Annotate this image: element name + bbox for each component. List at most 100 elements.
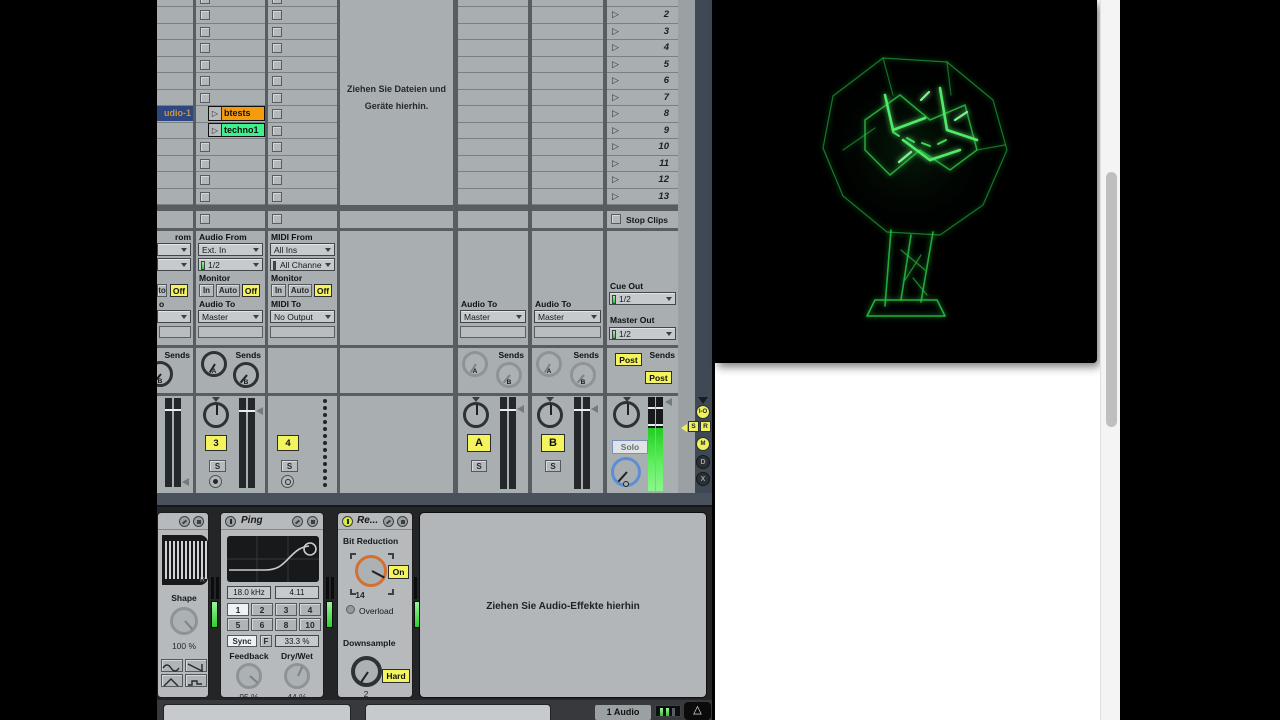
clip-slot[interactable] — [268, 89, 337, 106]
clip-slot[interactable] — [268, 172, 337, 189]
clip-slot[interactable] — [157, 7, 193, 24]
clip-stop-button[interactable] — [200, 142, 210, 152]
send-b-knob[interactable]: B — [157, 361, 173, 387]
clip-slot[interactable] — [157, 73, 193, 90]
scene-launch-icon[interactable]: ▷ — [612, 108, 619, 119]
clip-slot[interactable] — [268, 188, 337, 205]
device-activator-icon[interactable] — [342, 516, 353, 527]
video-player[interactable] — [715, 0, 1097, 363]
delay-beat-button[interactable]: 8 — [275, 618, 297, 631]
clip-slot[interactable] — [458, 139, 528, 156]
device-title-bar[interactable]: Re... — [338, 513, 412, 530]
scene-row[interactable]: ▷ 5 — [607, 56, 678, 73]
clip-stop-button[interactable] — [200, 43, 210, 53]
pan-knob[interactable] — [463, 402, 489, 428]
monitor-off-button[interactable]: Off — [170, 284, 188, 297]
clip-stop-button[interactable] — [272, 59, 282, 70]
output-dropdown[interactable]: No Output — [270, 310, 335, 323]
device-title-bar[interactable]: Ping — [221, 513, 323, 530]
clip-slot[interactable] — [458, 122, 528, 139]
track-activator[interactable]: 4 — [277, 435, 299, 451]
show-sends-toggle[interactable]: S — [688, 421, 699, 432]
scene-row[interactable]: ▷ 4 — [607, 40, 678, 57]
clip-slot[interactable]: udio-1 — [157, 106, 193, 123]
clip-slot[interactable] — [157, 172, 193, 189]
clip-slot[interactable] — [458, 172, 528, 189]
show-io-toggle[interactable]: I-O — [696, 405, 710, 419]
solo-button[interactable]: S — [281, 460, 298, 472]
clip-slot[interactable] — [157, 155, 193, 172]
clip-slot[interactable] — [268, 0, 337, 7]
arm-button[interactable] — [209, 475, 222, 488]
monitor-off-button[interactable]: Off — [314, 284, 332, 297]
fader-handle-icon[interactable] — [517, 405, 524, 413]
clip-slot[interactable] — [268, 56, 337, 73]
clip-slot[interactable] — [268, 139, 337, 156]
monitor-auto-button[interactable]: Auto — [216, 284, 240, 297]
feedback-value[interactable]: 95 % — [227, 692, 271, 697]
clip-slot[interactable] — [268, 23, 337, 40]
show-crossfader-toggle[interactable]: X — [696, 472, 710, 486]
fader-handle-icon[interactable] — [182, 478, 189, 486]
return-post-button[interactable]: Post — [645, 371, 672, 384]
show-mixer-toggle[interactable]: M — [696, 437, 710, 451]
clip-slot[interactable] — [268, 106, 337, 123]
scene-launch-icon[interactable]: ▷ — [612, 59, 619, 70]
device-shaper[interactable]: R Shape 100 % — [157, 512, 209, 698]
device-activator-icon[interactable] — [225, 516, 236, 527]
freeze-button[interactable]: F — [260, 635, 272, 647]
monitor-in-button[interactable]: In — [199, 284, 214, 297]
hot-swap-icon[interactable] — [179, 516, 190, 527]
clip-slot[interactable] — [532, 172, 603, 189]
filter-width-value[interactable]: 4.11 — [275, 586, 319, 599]
downsample-value[interactable]: 2 — [356, 689, 376, 697]
sync-button[interactable]: Sync — [227, 635, 257, 647]
clip-stop-button[interactable] — [200, 158, 210, 169]
bit-reduction-value[interactable]: 14 — [350, 590, 370, 600]
fader-grip[interactable] — [239, 410, 255, 412]
clip-slot[interactable] — [532, 40, 603, 57]
clip-slot[interactable] — [532, 106, 603, 123]
clip-slot[interactable] — [157, 139, 193, 156]
lfo-triangle-button[interactable] — [161, 674, 183, 687]
clip-slot[interactable] — [157, 122, 193, 139]
scene-launch-icon[interactable]: ▷ — [612, 174, 619, 185]
clip-slot[interactable] — [532, 23, 603, 40]
clip-slot[interactable] — [196, 7, 265, 24]
device-ping-pong-delay[interactable]: Ping 18.0 kHz 4.11 1 2 3 4 5 6 8 10 Sync… — [220, 512, 324, 698]
clip-slot[interactable] — [157, 0, 193, 7]
clip-slot[interactable] — [196, 0, 265, 7]
save-preset-icon[interactable] — [193, 516, 204, 527]
drywet-value[interactable]: 44 % — [275, 692, 319, 697]
clip-slot[interactable] — [268, 7, 337, 24]
solo-button[interactable]: S — [209, 460, 226, 472]
clip-slot[interactable] — [268, 155, 337, 172]
device-redux[interactable]: Re... Bit Reduction 14 On Overload Downs… — [337, 512, 413, 698]
clip-slot[interactable]: ▷ btests — [196, 106, 265, 123]
scrollbar[interactable] — [1100, 0, 1120, 720]
show-delay-toggle[interactable]: D — [696, 455, 710, 469]
clip-stop-button[interactable] — [272, 0, 282, 4]
output-dropdown[interactable]: Master — [460, 310, 526, 323]
monitor-off-button[interactable]: Off — [242, 284, 260, 297]
send-a-knob[interactable]: A — [462, 351, 488, 377]
cue-post-button[interactable]: Post — [615, 353, 642, 366]
clip-slot[interactable] — [458, 40, 528, 57]
pan-knob[interactable] — [537, 402, 563, 428]
clip-stop-button[interactable] — [272, 125, 282, 136]
master-solo-button[interactable]: Solo — [612, 440, 648, 454]
clip-stop-button[interactable] — [200, 59, 210, 70]
scene-row[interactable]: ▷ 10 — [607, 139, 678, 156]
clip-stop-button[interactable] — [200, 214, 210, 224]
expand-arrow-icon[interactable] — [681, 424, 687, 432]
send-a-knob[interactable]: A — [201, 351, 227, 377]
scene-launch-icon[interactable]: ▷ — [612, 125, 619, 136]
clip-slot[interactable] — [458, 56, 528, 73]
filter-display[interactable] — [227, 536, 319, 582]
input-channel-dropdown[interactable]: All Channe — [270, 258, 335, 271]
input-type-dropdown[interactable]: All Ins — [270, 243, 335, 256]
drywet-knob[interactable] — [284, 663, 310, 689]
clip-stop-button[interactable] — [272, 10, 282, 20]
clip-slot[interactable] — [157, 23, 193, 40]
clip-slot[interactable] — [532, 122, 603, 139]
